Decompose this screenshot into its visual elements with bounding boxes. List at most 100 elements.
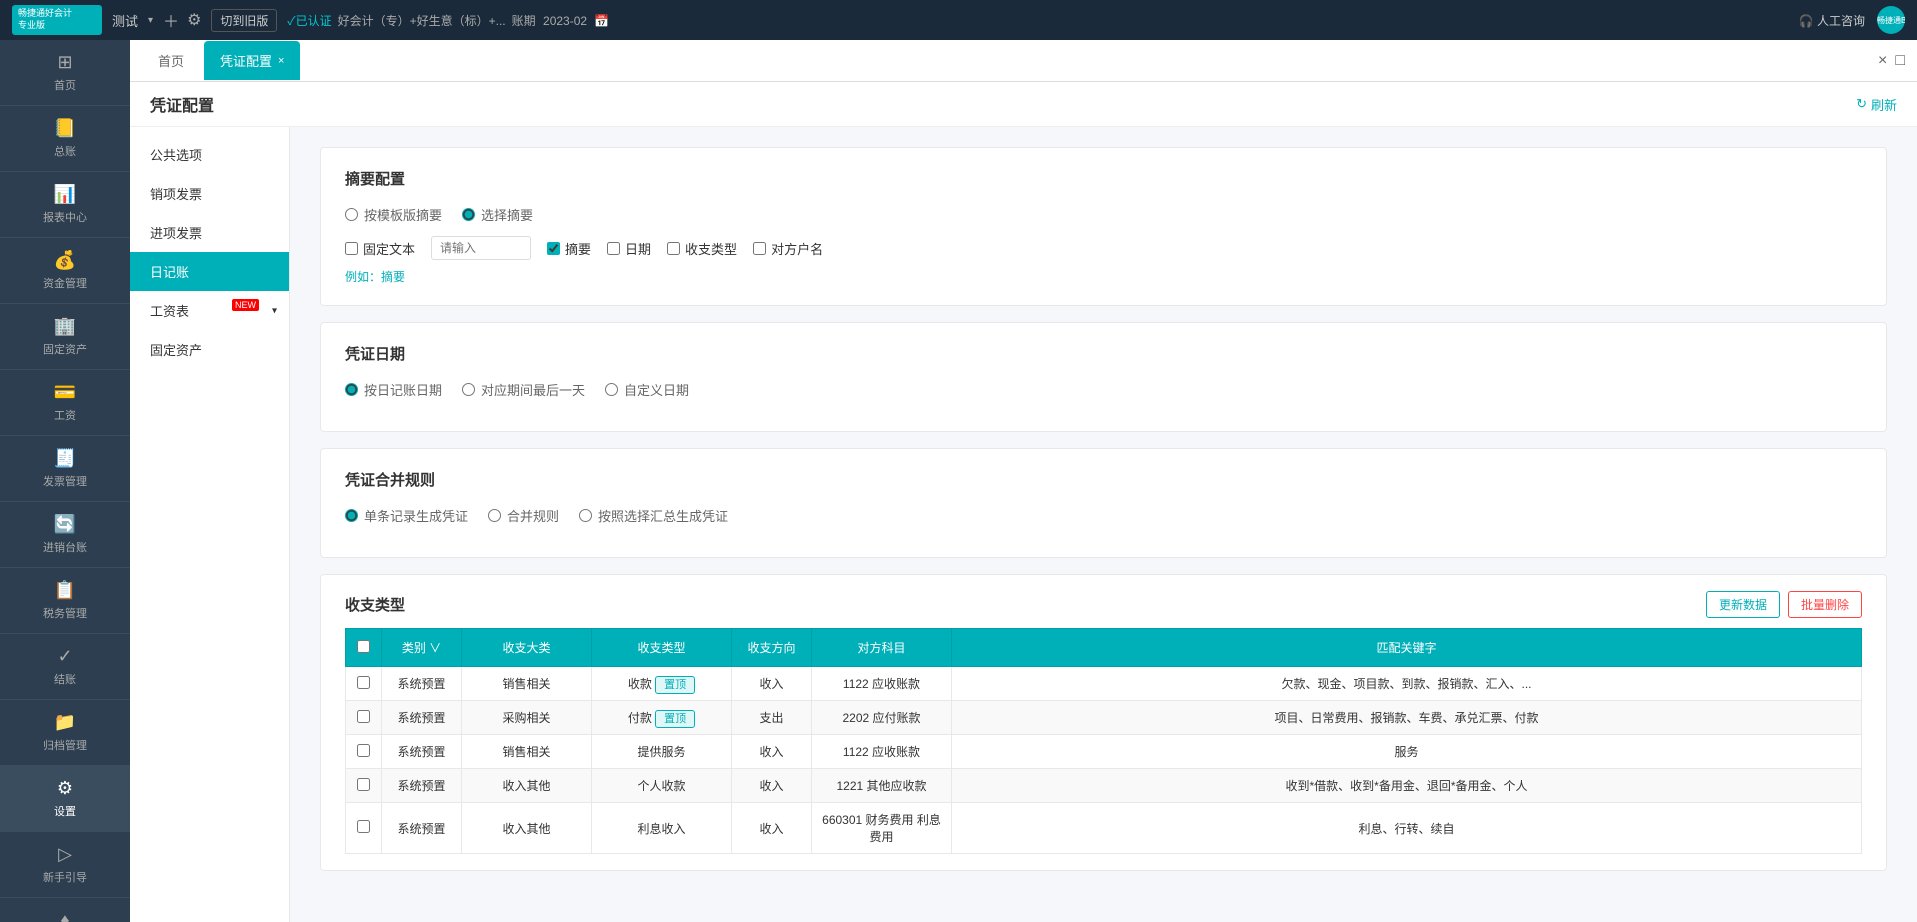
settings-icon[interactable]: ⚙ [187,10,201,30]
row-checkbox-2[interactable] [357,744,370,757]
sidebar-item-settlement[interactable]: ✓ 结账 [0,634,130,700]
radio-journal-date-input[interactable] [345,383,358,396]
check-date-input[interactable] [607,242,620,255]
check-income-type-input[interactable] [667,242,680,255]
radio-period-last[interactable]: 对应期间最后一天 [462,380,585,399]
check-summary-input[interactable] [547,242,560,255]
left-nav-fixed-assets[interactable]: 固定资产 [130,330,289,369]
sidebar-item-new-guide[interactable]: ▷ 新手引导 [0,832,130,898]
radio-period-last-input[interactable] [462,383,475,396]
tab-maximize-icon[interactable]: □ [1895,52,1905,70]
check-counterpart[interactable]: 对方户名 [753,239,823,258]
example-label: 例如：摘要 [345,270,405,284]
check-counterpart-input[interactable] [753,242,766,255]
check-summary[interactable]: 摘要 [547,239,591,258]
headset-icon: 🎧 [1799,14,1814,28]
check-summary-label: 摘要 [565,239,591,258]
sidebar-item-report-center[interactable]: 📊 报表中心 [0,172,130,238]
sidebar-item-home[interactable]: ⊞ 首页 [0,40,130,106]
tab-bar-right: × □ [1878,52,1905,70]
radio-merge-rule-input[interactable] [488,509,501,522]
calendar-icon[interactable]: 📅 [594,14,609,28]
check-date-label: 日期 [625,239,651,258]
content-area: 首页 凭证配置 × × □ 凭证配置 ↻ 刷新 公共选项 [130,40,1917,922]
sidebar-item-payroll[interactable]: 💳 工资 [0,370,130,436]
avatar[interactable]: 畅捷通B组... [1877,6,1905,34]
td-type-4: 利息收入 [592,803,732,854]
td-type-2: 提供服务 [592,735,732,769]
radio-select-total[interactable]: 按照选择汇总生成凭证 [579,506,728,525]
td-direction-2: 收入 [732,735,812,769]
sidebar-item-purchase-sales[interactable]: 🔄 进销台账 [0,502,130,568]
sidebar-item-member[interactable]: ♦ 畅会员 [0,898,130,922]
fixed-text-input[interactable] [431,236,531,260]
table-row: 系统预置 收入其他 个人收款 收入 1221 其他应收款 收到*借款、收到*备用… [346,769,1862,803]
th-check [346,629,382,667]
radio-template[interactable]: 按模板版摘要 [345,205,442,224]
dropdown-arrow-icon[interactable]: ▾ [148,15,153,26]
purchase-icon: 🔄 [54,514,76,535]
radio-custom-date-input[interactable] [605,383,618,396]
td-big-category-1: 采购相关 [462,701,592,735]
check-income-type[interactable]: 收支类型 [667,239,737,258]
td-category-2: 系统预置 [382,735,462,769]
avatar-label: 畅捷通B组... [1877,15,1905,26]
tab-home-label: 首页 [158,54,184,69]
sidebar-item-fund-mgmt[interactable]: 💰 资金管理 [0,238,130,304]
tab-voucher-config[interactable]: 凭证配置 × [204,41,300,80]
select-all-checkbox[interactable] [357,640,370,653]
td-big-category-3: 收入其他 [462,769,592,803]
consult-btn[interactable]: 🎧 人工咨询 [1799,12,1865,29]
switch-old-btn[interactable]: 切到旧版 [211,9,277,32]
radio-merge-rule[interactable]: 合并规则 [488,506,559,525]
row-checkbox-4[interactable] [357,820,370,833]
checkbox-row: 固定文本 摘要 日期 收支类型 [345,236,1862,260]
radio-select[interactable]: 选择摘要 [462,205,533,224]
sidebar-item-general-ledger[interactable]: 📒 总账 [0,106,130,172]
left-nav-purchase-invoice[interactable]: 进项发票 [130,213,289,252]
left-nav-sales-invoice-label: 销项发票 [150,187,202,202]
sidebar: ⊞ 首页 📒 总账 📊 报表中心 💰 资金管理 🏢 固定资产 💳 工资 🧾 发票… [0,40,130,922]
sidebar-item-tax-mgmt[interactable]: 📋 税务管理 [0,568,130,634]
left-nav-sales-invoice[interactable]: 销项发票 [130,174,289,213]
th-category[interactable]: 类别 ∨ [382,629,462,667]
left-nav-fixed-assets-label: 固定资产 [150,343,202,358]
income-expense-title: 收支类型 [345,594,405,615]
check-fixed-text[interactable]: 固定文本 [345,239,415,258]
refresh-button[interactable]: ↻ 刷新 [1856,95,1897,114]
left-nav-payroll[interactable]: 工资表 NEW ▾ [130,291,289,330]
td-category-3: 系统预置 [382,769,462,803]
type-tag-1[interactable]: 置顶 [655,710,695,728]
radio-select-input[interactable] [462,208,475,221]
left-nav-journal[interactable]: 日记账 [130,252,289,291]
sidebar-item-settings[interactable]: ⚙ 设置 [0,766,130,832]
left-nav-public[interactable]: 公共选项 [130,135,289,174]
radio-custom-date[interactable]: 自定义日期 [605,380,689,399]
radio-journal-date[interactable]: 按日记账日期 [345,380,442,399]
sidebar-label-purchase-sales: 进销台账 [43,539,87,555]
period-label: 账期 [512,14,536,28]
ledger-icon: 📒 [54,118,76,139]
sidebar-item-invoice-mgmt[interactable]: 🧾 发票管理 [0,436,130,502]
update-data-button[interactable]: 更新数据 [1706,591,1780,618]
type-tag-0[interactable]: 置顶 [655,676,695,694]
row-checkbox-1[interactable] [357,710,370,723]
batch-delete-button[interactable]: 批量删除 [1788,591,1862,618]
radio-single-input[interactable] [345,509,358,522]
table-row: 系统预置 采购相关 付款 置顶 支出 2202 应付账款 项目、日常费用、报销款… [346,701,1862,735]
row-checkbox-3[interactable] [357,778,370,791]
row-checkbox-0[interactable] [357,676,370,689]
tab-home[interactable]: 首页 [142,41,200,80]
radio-select-total-input[interactable] [579,509,592,522]
logo: 畅捷通好会计 专业版 [12,5,102,34]
tab-minimize-icon[interactable]: × [1878,52,1887,70]
check-fixed-text-input[interactable] [345,242,358,255]
th-direction: 收支方向 [732,629,812,667]
tab-close-icon[interactable]: × [278,55,284,67]
plus-icon[interactable]: ＋ [163,8,179,32]
sidebar-item-fixed-assets[interactable]: 🏢 固定资产 [0,304,130,370]
sidebar-item-archive-mgmt[interactable]: 📁 归档管理 [0,700,130,766]
check-date[interactable]: 日期 [607,239,651,258]
radio-single[interactable]: 单条记录生成凭证 [345,506,468,525]
radio-template-input[interactable] [345,208,358,221]
